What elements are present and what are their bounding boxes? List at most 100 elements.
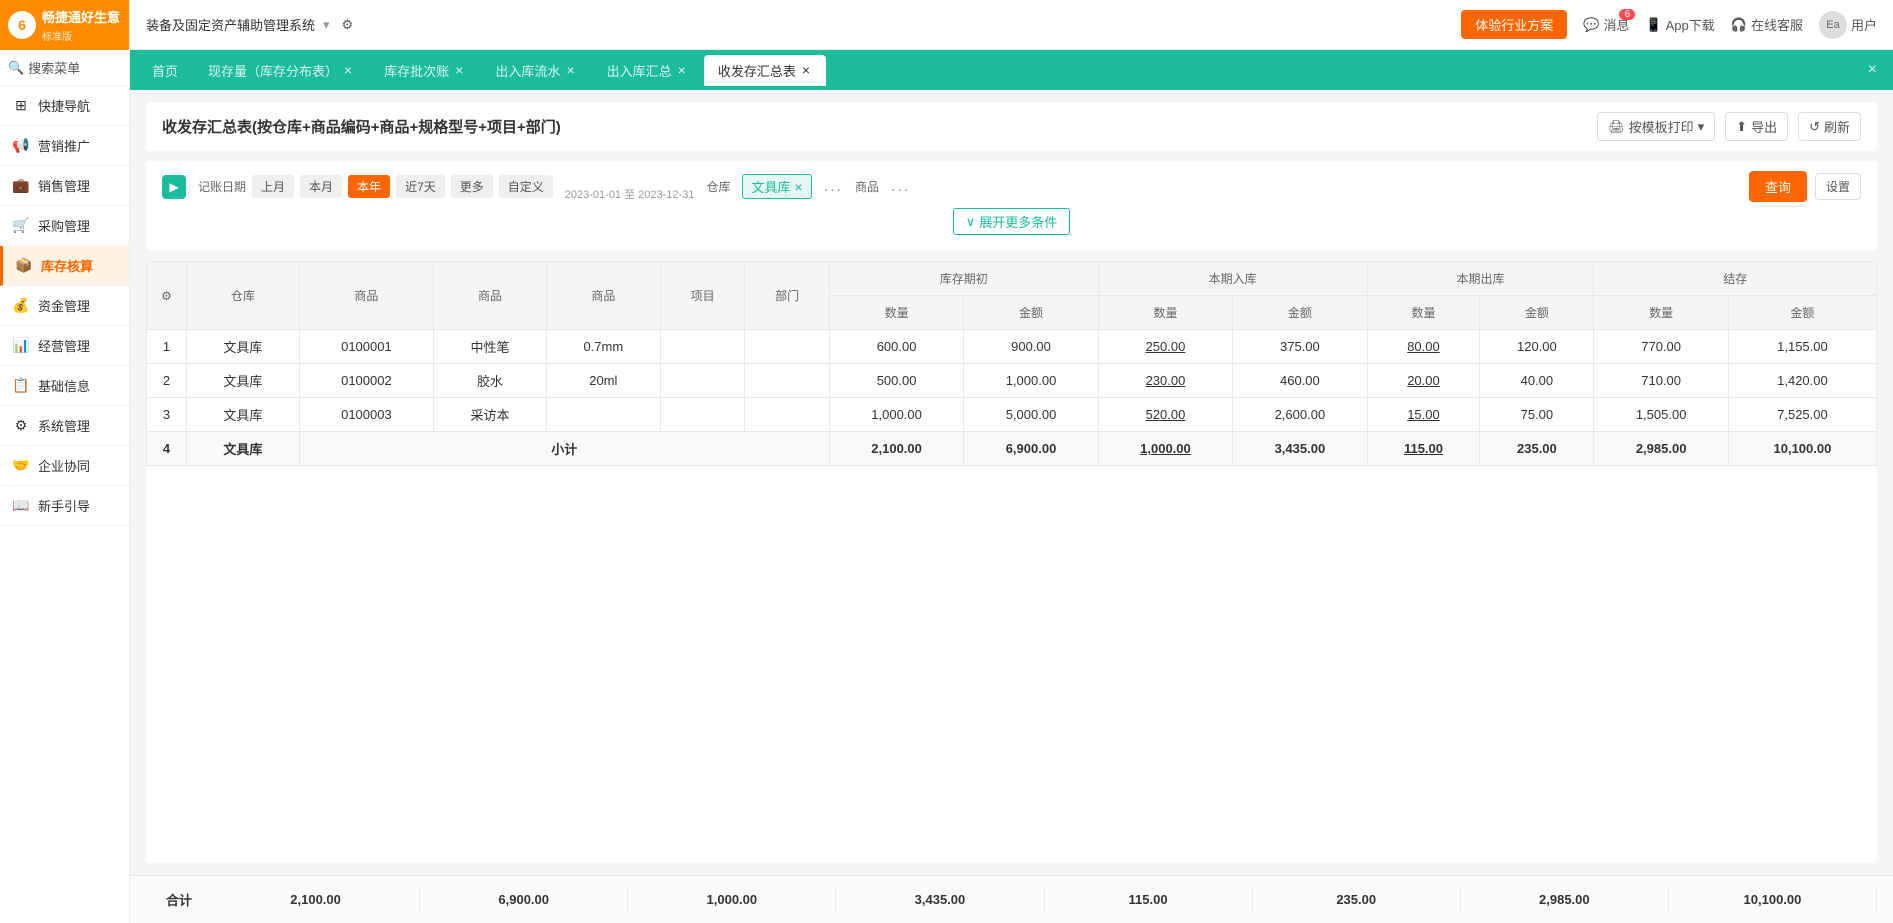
avatar: Ea	[1819, 11, 1847, 39]
warehouse-filter-label: 仓库	[706, 178, 730, 195]
sidebar-item-guide[interactable]: 📖 新手引导	[0, 486, 129, 526]
date-custom[interactable]: 自定义	[499, 175, 553, 198]
date-7days[interactable]: 近7天	[396, 175, 445, 198]
row2-out-qty-link[interactable]: 20.00	[1407, 373, 1440, 388]
tab-bar-close-all[interactable]: ×	[1860, 57, 1885, 83]
tab-recv-summary-close[interactable]: ×	[800, 63, 812, 77]
row3-in-qty-link[interactable]: 520.00	[1146, 407, 1186, 422]
print-dropdown-icon: ▾	[1698, 119, 1705, 135]
row2-name: 胶水	[434, 364, 547, 398]
search-menu[interactable]: 🔍 搜索菜单	[0, 50, 129, 86]
row2-out-qty[interactable]: 20.00	[1367, 364, 1480, 398]
header-right: 体验行业方案 💬 消息 6 📱 App下载 🎧 在线客服 Ea 用户	[1461, 10, 1877, 39]
row2-open-qty: 500.00	[829, 364, 963, 398]
sidebar-item-label: 营销推广	[38, 136, 90, 155]
subtotal-row: 4 文具库 小计 2,100.00 6,900.00 1,000.00 3,43…	[147, 432, 1877, 466]
inventory-icon: 📦	[15, 257, 33, 275]
basic-icon: 📋	[12, 377, 30, 395]
warehouse-filter-dots[interactable]: ...	[824, 178, 843, 196]
tab-home[interactable]: 首页	[138, 55, 192, 86]
experience-button[interactable]: 体验行业方案	[1461, 10, 1567, 39]
row2-warehouse: 文具库	[187, 364, 300, 398]
system-dropdown-icon[interactable]: ▾	[323, 17, 330, 33]
tab-flow-close[interactable]: ×	[564, 63, 576, 77]
settings-button[interactable]: 设置	[1815, 173, 1861, 200]
tab-stock-dist[interactable]: 现存量（库存分布表） ×	[194, 55, 368, 86]
row3-in-qty[interactable]: 520.00	[1098, 398, 1232, 432]
th-in-amt: 金额	[1233, 296, 1367, 330]
sidebar-item-purchase[interactable]: 🛒 采购管理	[0, 206, 129, 246]
subtotal-bal-amt: 10,100.00	[1728, 432, 1876, 466]
row1-open-amt: 900.00	[964, 330, 1098, 364]
sidebar-item-cooperation[interactable]: 🤝 企业协同	[0, 446, 129, 486]
row2-in-qty[interactable]: 230.00	[1098, 364, 1232, 398]
sidebar-item-sales[interactable]: 💼 销售管理	[0, 166, 129, 206]
row3-warehouse: 文具库	[187, 398, 300, 432]
sidebar-item-basic[interactable]: 📋 基础信息	[0, 366, 129, 406]
row3-out-qty-link[interactable]: 15.00	[1407, 407, 1440, 422]
table-row: 2 文具库 0100002 胶水 20ml 500.00 1,000.00 23…	[147, 364, 1877, 398]
subtotal-label: 小计	[299, 432, 829, 466]
query-button[interactable]: 查询	[1749, 171, 1807, 202]
th-open-amt: 金额	[964, 296, 1098, 330]
sidebar-item-inventory[interactable]: 📦 库存核算	[0, 246, 129, 286]
th-settings[interactable]: ⚙	[147, 262, 187, 330]
row3-out-qty[interactable]: 15.00	[1367, 398, 1480, 432]
tab-batch-close[interactable]: ×	[453, 63, 465, 77]
tab-flow[interactable]: 出入库流水 ×	[481, 55, 590, 86]
subtotal-in-qty[interactable]: 1,000.00	[1098, 432, 1232, 466]
app-download-action[interactable]: 📱 App下载	[1645, 15, 1714, 34]
subtotal-in-qty-link[interactable]: 1,000.00	[1140, 441, 1191, 456]
tab-stock-dist-close[interactable]: ×	[342, 63, 354, 77]
app-title: 畅捷通好生意	[42, 7, 120, 26]
tab-recv-summary[interactable]: 收发存汇总表 ×	[704, 55, 826, 86]
date-this-year[interactable]: 本年	[348, 175, 390, 198]
top-header: 装备及固定资产辅助管理系统 ▾ ⚙ 体验行业方案 💬 消息 6 📱 App下载 …	[130, 0, 1893, 50]
refresh-button[interactable]: ↺ 刷新	[1798, 112, 1861, 141]
page-title-row: 收发存汇总表(按仓库+商品编码+商品+规格型号+项目+部门) 🖨 按模板打印 ▾…	[146, 102, 1877, 151]
online-service-label: 在线客服	[1751, 15, 1803, 34]
print-button[interactable]: 🖨 按模板打印 ▾	[1597, 112, 1715, 141]
sidebar-item-label: 新手引导	[38, 496, 90, 515]
sidebar-item-marketing[interactable]: 📢 营销推广	[0, 126, 129, 166]
row1-in-qty[interactable]: 250.00	[1098, 330, 1232, 364]
goods-filter-dots[interactable]: ...	[891, 178, 910, 196]
tab-summary[interactable]: 出入库汇总 ×	[593, 55, 702, 86]
date-more[interactable]: 更多	[451, 175, 493, 198]
th-dept: 部门	[745, 262, 830, 330]
row1-bal-amt: 1,155.00	[1728, 330, 1876, 364]
filter-arrow-btn[interactable]: ▶	[162, 175, 186, 199]
row1-in-qty-link[interactable]: 250.00	[1146, 339, 1186, 354]
message-action[interactable]: 💬 消息 6	[1583, 15, 1629, 34]
subtotal-out-amt: 235.00	[1480, 432, 1594, 466]
online-service-action[interactable]: 🎧 在线客服	[1731, 15, 1803, 34]
date-this-month[interactable]: 本月	[300, 175, 342, 198]
export-button[interactable]: ⬆ 导出	[1725, 112, 1788, 141]
sidebar-item-system[interactable]: ⚙ 系统管理	[0, 406, 129, 446]
expand-conditions-btn[interactable]: ∨ 展开更多条件	[953, 208, 1071, 235]
warehouse-tag-close[interactable]: ×	[794, 180, 802, 194]
settings-gear-icon[interactable]: ⚙	[342, 17, 354, 33]
th-balance: 结存	[1594, 262, 1877, 296]
row1-out-qty[interactable]: 80.00	[1367, 330, 1480, 364]
tab-summary-close[interactable]: ×	[676, 63, 688, 77]
sidebar-item-operation[interactable]: 📊 经营管理	[0, 326, 129, 366]
row2-in-qty-link[interactable]: 230.00	[1146, 373, 1186, 388]
subtotal-out-qty[interactable]: 115.00	[1367, 432, 1480, 466]
th-goods-spec: 商品	[546, 262, 660, 330]
date-last-month[interactable]: 上月	[252, 175, 294, 198]
page-title: 收发存汇总表(按仓库+商品编码+商品+规格型号+项目+部门)	[162, 116, 561, 137]
row3-project	[660, 398, 745, 432]
sidebar-item-quick-nav[interactable]: ⊞ 快捷导航	[0, 86, 129, 126]
tab-batch[interactable]: 库存批次账 ×	[370, 55, 479, 86]
row1-out-qty-link[interactable]: 80.00	[1407, 339, 1440, 354]
sidebar-item-finance[interactable]: 💰 资金管理	[0, 286, 129, 326]
row1-warehouse: 文具库	[187, 330, 300, 364]
quick-nav-icon: ⊞	[12, 97, 30, 115]
guide-icon: 📖	[12, 497, 30, 515]
user-action[interactable]: Ea 用户	[1819, 11, 1877, 39]
row2-project	[660, 364, 745, 398]
tab-recv-summary-label: 收发存汇总表	[718, 61, 796, 80]
footer-cells: 2,100.00 6,900.00 1,000.00 3,435.00 115.…	[212, 888, 1877, 911]
subtotal-out-qty-link[interactable]: 115.00	[1404, 441, 1443, 456]
